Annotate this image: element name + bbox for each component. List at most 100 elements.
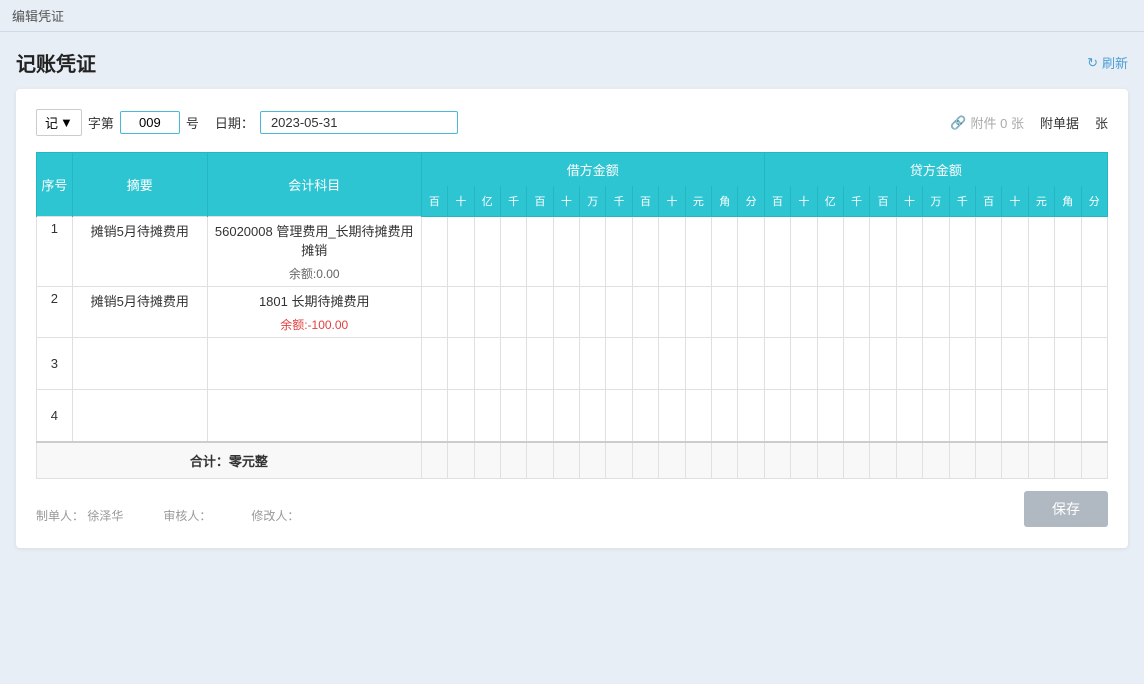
row-2-c13[interactable] xyxy=(1081,287,1108,338)
row-4-d12[interactable] xyxy=(712,390,738,442)
row-4-c5[interactable] xyxy=(870,390,896,442)
row-3-account[interactable] xyxy=(207,338,421,390)
row-3-d5[interactable] xyxy=(527,338,553,390)
row-2-d11[interactable] xyxy=(685,287,711,338)
voucher-number-input[interactable] xyxy=(120,111,180,134)
row-3-c6[interactable] xyxy=(896,338,922,390)
row-3-c4[interactable] xyxy=(843,338,869,390)
row-4-c2[interactable] xyxy=(791,390,817,442)
row-3-d7[interactable] xyxy=(580,338,606,390)
row-4-c3[interactable] xyxy=(817,390,843,442)
row-3-d6[interactable] xyxy=(553,338,579,390)
row-2-d7[interactable] xyxy=(580,287,606,338)
row-2-d10[interactable] xyxy=(659,287,685,338)
row-3-d10[interactable] xyxy=(659,338,685,390)
row-1-c12[interactable] xyxy=(1055,217,1081,287)
row-4-c10[interactable] xyxy=(1002,390,1028,442)
row-3-d9[interactable] xyxy=(632,338,658,390)
row-4-d4[interactable] xyxy=(500,390,526,442)
row-3-d13[interactable] xyxy=(738,338,764,390)
row-4-c6[interactable] xyxy=(896,390,922,442)
row-3-c3[interactable] xyxy=(817,338,843,390)
row-3-c1[interactable] xyxy=(764,338,790,390)
row-2-d8[interactable] xyxy=(606,287,632,338)
row-1-d6[interactable] xyxy=(553,217,579,287)
row-3-summary[interactable] xyxy=(72,338,207,390)
row-2-c9[interactable] xyxy=(975,287,1001,338)
row-2-summary[interactable]: 摊销5月待摊费用 xyxy=(72,287,207,338)
row-4-c12[interactable] xyxy=(1055,390,1081,442)
row-4-c9[interactable] xyxy=(975,390,1001,442)
row-1-c5[interactable] xyxy=(870,217,896,287)
row-2-account[interactable]: 1801 长期待摊费用 余额:-100.00 xyxy=(207,287,421,338)
row-2-d9[interactable] xyxy=(632,287,658,338)
row-4-d2[interactable] xyxy=(448,390,474,442)
row-1-c8[interactable] xyxy=(949,217,975,287)
date-input[interactable] xyxy=(260,111,458,134)
row-3-c12[interactable] xyxy=(1055,338,1081,390)
row-2-d4[interactable] xyxy=(500,287,526,338)
row-1-d7[interactable] xyxy=(580,217,606,287)
row-4-d9[interactable] xyxy=(632,390,658,442)
row-1-c1[interactable] xyxy=(764,217,790,287)
row-1-c6[interactable] xyxy=(896,217,922,287)
row-1-summary[interactable]: 摊销5月待摊费用 xyxy=(72,217,207,287)
row-1-d3[interactable] xyxy=(474,217,500,287)
row-4-d3[interactable] xyxy=(474,390,500,442)
row-3-d8[interactable] xyxy=(606,338,632,390)
row-4-d13[interactable] xyxy=(738,390,764,442)
row-3-c5[interactable] xyxy=(870,338,896,390)
row-3-d11[interactable] xyxy=(685,338,711,390)
row-1-c2[interactable] xyxy=(791,217,817,287)
row-3-d4[interactable] xyxy=(500,338,526,390)
row-2-c11[interactable] xyxy=(1028,287,1054,338)
row-2-d12[interactable] xyxy=(712,287,738,338)
row-2-c8[interactable] xyxy=(949,287,975,338)
row-2-c7[interactable] xyxy=(923,287,949,338)
row-1-d5[interactable] xyxy=(527,217,553,287)
row-3-c2[interactable] xyxy=(791,338,817,390)
row-2-c2[interactable] xyxy=(791,287,817,338)
row-1-c3[interactable] xyxy=(817,217,843,287)
row-2-d13[interactable] xyxy=(738,287,764,338)
row-4-summary[interactable] xyxy=(72,390,207,442)
row-3-d12[interactable] xyxy=(712,338,738,390)
row-1-c11[interactable] xyxy=(1028,217,1054,287)
row-2-c5[interactable] xyxy=(870,287,896,338)
row-4-d7[interactable] xyxy=(580,390,606,442)
row-3-c11[interactable] xyxy=(1028,338,1054,390)
save-button[interactable]: 保存 xyxy=(1024,491,1108,527)
row-4-c7[interactable] xyxy=(923,390,949,442)
row-3-d3[interactable] xyxy=(474,338,500,390)
row-3-c7[interactable] xyxy=(923,338,949,390)
row-3-d1[interactable] xyxy=(421,338,447,390)
row-1-d2[interactable] xyxy=(448,217,474,287)
row-1-c4[interactable] xyxy=(843,217,869,287)
row-4-d1[interactable] xyxy=(421,390,447,442)
row-1-c13[interactable] xyxy=(1081,217,1108,287)
row-2-c3[interactable] xyxy=(817,287,843,338)
row-4-d6[interactable] xyxy=(553,390,579,442)
row-1-d10[interactable] xyxy=(659,217,685,287)
row-4-d8[interactable] xyxy=(606,390,632,442)
row-1-d13[interactable] xyxy=(738,217,764,287)
row-2-c1[interactable] xyxy=(764,287,790,338)
row-4-d11[interactable] xyxy=(685,390,711,442)
row-3-c13[interactable] xyxy=(1081,338,1108,390)
row-1-d9[interactable] xyxy=(632,217,658,287)
row-3-c10[interactable] xyxy=(1002,338,1028,390)
row-3-c8[interactable] xyxy=(949,338,975,390)
row-4-d10[interactable] xyxy=(659,390,685,442)
refresh-button[interactable]: ↻ 刷新 xyxy=(1087,53,1128,72)
row-1-account[interactable]: 56020008 管理费用_长期待摊费用摊销 余额:0.00 xyxy=(207,217,421,287)
row-1-c10[interactable] xyxy=(1002,217,1028,287)
row-1-c9[interactable] xyxy=(975,217,1001,287)
row-2-d1[interactable] xyxy=(421,287,447,338)
row-3-d2[interactable] xyxy=(448,338,474,390)
row-2-c12[interactable] xyxy=(1055,287,1081,338)
row-4-c4[interactable] xyxy=(843,390,869,442)
row-4-d5[interactable] xyxy=(527,390,553,442)
row-1-d8[interactable] xyxy=(606,217,632,287)
attachment-link[interactable]: 🔗 附件 0 张 xyxy=(950,113,1024,132)
row-1-d4[interactable] xyxy=(500,217,526,287)
